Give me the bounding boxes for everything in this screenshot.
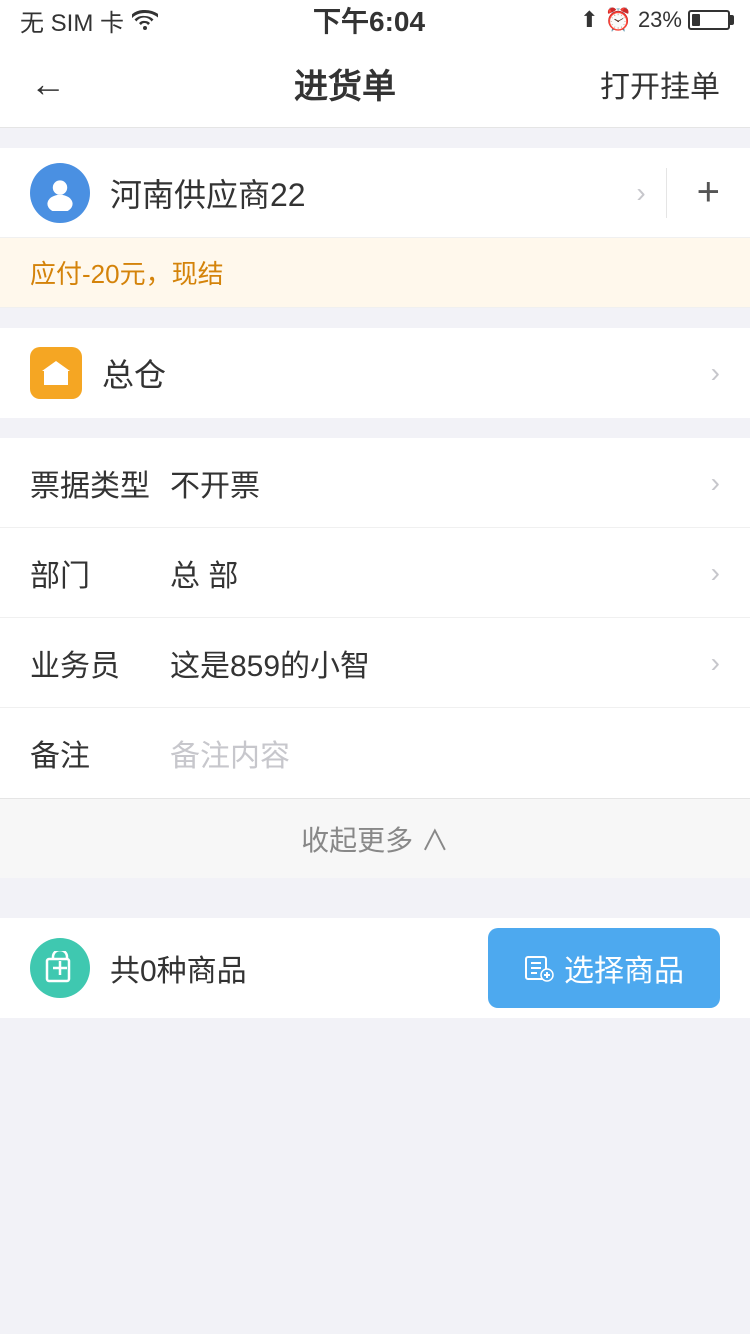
invoice-row[interactable]: 票据类型 不开票 ›: [0, 438, 750, 528]
supplier-card: 河南供应商22 › + 应付-20元，现结: [0, 148, 750, 308]
invoice-arrow-icon: ›: [711, 467, 720, 499]
select-product-label: 选择商品: [564, 946, 684, 990]
product-icon-bg: [30, 938, 90, 998]
bottom-bar: 共0种商品 选择商品: [0, 918, 750, 1018]
remark-input[interactable]: 备注内容: [170, 731, 720, 775]
page-title: 进货单: [294, 59, 396, 108]
warehouse-icon-bg: [30, 347, 82, 399]
status-left: 无 SIM 卡: [20, 3, 158, 38]
dept-row[interactable]: 部门 总 部 ›: [0, 528, 750, 618]
invoice-label: 票据类型: [30, 461, 160, 505]
select-product-button[interactable]: 选择商品: [488, 928, 720, 1008]
product-icon: [43, 951, 77, 985]
form-section: 票据类型 不开票 › 部门 总 部 › 业务员 这是859的小智 › 备注 备注…: [0, 438, 750, 798]
section-gap-4: [0, 878, 750, 898]
remark-row[interactable]: 备注 备注内容: [0, 708, 750, 798]
wifi-icon: [132, 10, 158, 30]
supplier-row[interactable]: 河南供应商22 › +: [0, 148, 750, 238]
notice-bar: 应付-20元，现结: [0, 238, 750, 308]
product-count: 共0种商品: [110, 946, 488, 990]
alarm-icon: ⏰: [605, 7, 632, 33]
open-pending-button[interactable]: 打开挂单: [600, 62, 720, 106]
warehouse-arrow-icon: ›: [711, 357, 720, 389]
warehouse-name: 总仓: [102, 350, 711, 396]
add-button[interactable]: +: [697, 170, 720, 215]
avatar: [30, 163, 90, 223]
sales-row[interactable]: 业务员 这是859的小智 ›: [0, 618, 750, 708]
remark-label: 备注: [30, 731, 160, 775]
status-right: ⬆ ⏰ 23%: [580, 7, 730, 33]
invoice-value: 不开票: [170, 461, 711, 505]
select-icon: [524, 953, 554, 983]
dept-value: 总 部: [170, 551, 711, 595]
sales-arrow-icon: ›: [711, 647, 720, 679]
section-gap-2: [0, 308, 750, 328]
back-button[interactable]: ←: [30, 63, 90, 105]
warehouse-icon: [40, 357, 72, 389]
divider: [666, 168, 667, 218]
dept-label: 部门: [30, 551, 160, 595]
status-time: 下午6:04: [313, 0, 425, 40]
warehouse-row[interactable]: 总仓 ›: [0, 328, 750, 418]
sales-label: 业务员: [30, 641, 160, 685]
dept-arrow-icon: ›: [711, 557, 720, 589]
location-icon: ⬆: [580, 7, 598, 33]
sales-value: 这是859的小智: [170, 641, 711, 685]
battery-icon: [688, 10, 730, 30]
section-gap-3: [0, 418, 750, 438]
nav-bar: ← 进货单 打开挂单: [0, 40, 750, 128]
warehouse-card: 总仓 ›: [0, 328, 750, 418]
status-bar: 无 SIM 卡 下午6:04 ⬆ ⏰ 23%: [0, 0, 750, 40]
avatar-icon: [42, 175, 78, 211]
supplier-name: 河南供应商22: [110, 170, 636, 216]
collapse-label: 收起更多 ∧: [301, 819, 449, 859]
supplier-arrow-icon: ›: [636, 177, 645, 209]
battery-percent: 23%: [638, 7, 682, 33]
notice-text: 应付-20元，现结: [30, 259, 224, 289]
collapse-row[interactable]: 收起更多 ∧: [0, 798, 750, 878]
section-gap-1: [0, 128, 750, 148]
carrier-text: 无 SIM 卡: [20, 3, 124, 38]
